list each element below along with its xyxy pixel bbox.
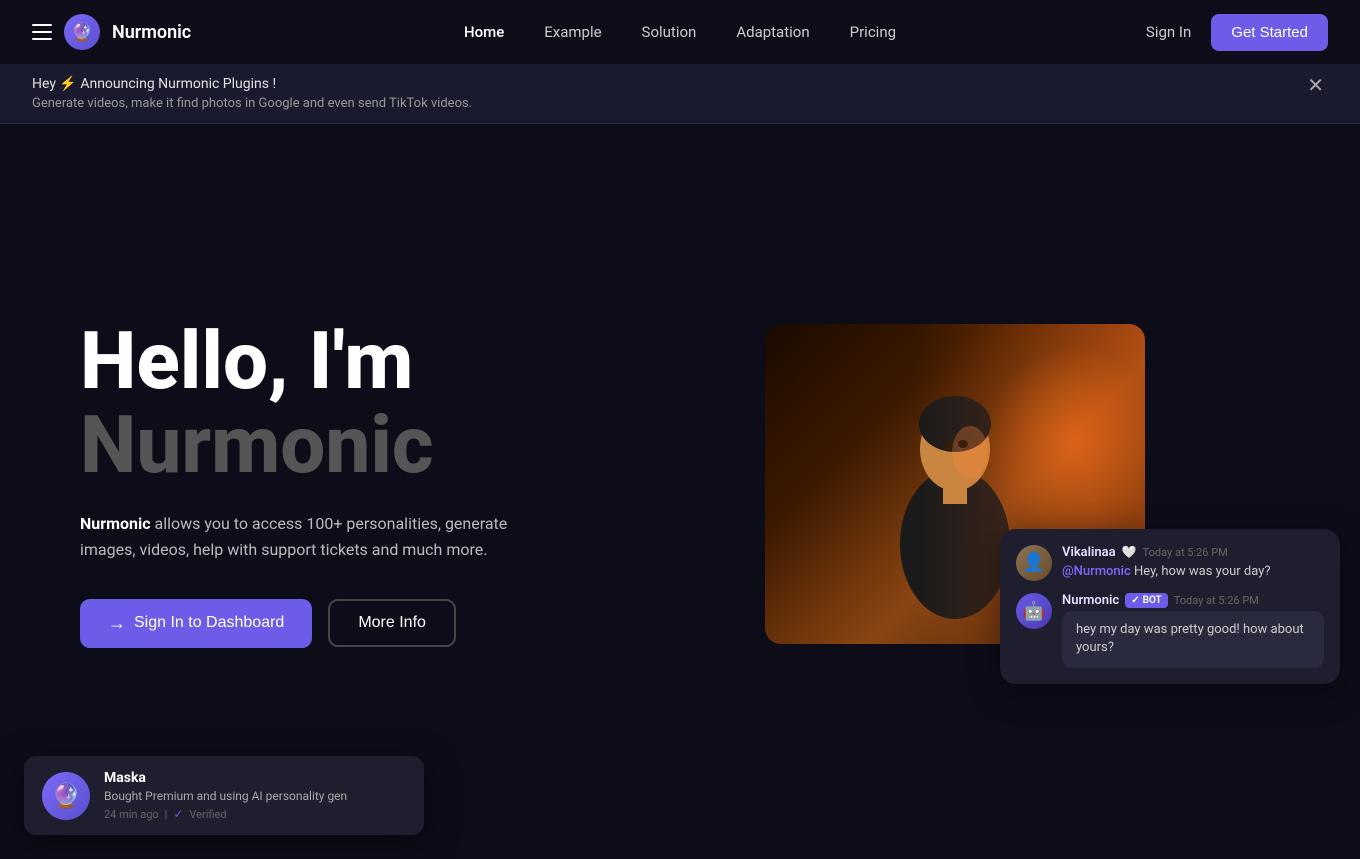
nav-link-pricing[interactable]: Pricing xyxy=(850,23,896,41)
chat-bot-message: 🤖 Nurmonic ✓ BOT Today at 5:26 PM hey my… xyxy=(1016,593,1324,667)
chat-user-time: Today at 5:26 PM xyxy=(1143,546,1228,559)
chat-bot-content: Nurmonic ✓ BOT Today at 5:26 PM hey my d… xyxy=(1062,593,1324,667)
logo-icon: 🔮 xyxy=(64,14,100,50)
toast-meta: 24 min ago | ✓ Verified xyxy=(104,807,347,821)
arrow-icon: → xyxy=(108,613,126,634)
sign-in-link[interactable]: Sign In xyxy=(1146,23,1191,41)
chat-user-header: Vikalinaa 🤍 Today at 5:26 PM xyxy=(1062,545,1271,560)
navbar-right: Sign In Get Started xyxy=(1146,14,1328,51)
hero-heading-line1: Hello, I'm xyxy=(80,319,630,403)
nurmonic-mention: @Nurmonic xyxy=(1062,564,1131,579)
nav-link-example[interactable]: Example xyxy=(544,23,601,41)
hero-brand-mention: Nurmonic xyxy=(80,514,151,533)
announcement-subtitle: Generate videos, make it find photos in … xyxy=(32,96,472,111)
hero-left: Hello, I'm Nurmonic Nurmonic allows you … xyxy=(80,319,630,647)
hero-buttons: → Sign In to Dashboard More Info xyxy=(80,599,630,648)
chat-bot-text: hey my day was pretty good! how about yo… xyxy=(1076,621,1310,657)
toast-name: Maska xyxy=(104,770,347,786)
verified-label: Verified xyxy=(189,808,226,821)
bot-badge: ✓ BOT xyxy=(1125,593,1168,608)
user-avatar: 👤 xyxy=(1016,545,1052,581)
toast-avatar: 🔮 xyxy=(42,772,90,820)
navbar: 🔮 Nurmonic Home Example Solution Adaptat… xyxy=(0,0,1360,64)
bot-avatar: 🤖 xyxy=(1016,593,1052,629)
nav-link-solution[interactable]: Solution xyxy=(642,23,697,41)
chat-user-message: 👤 Vikalinaa 🤍 Today at 5:26 PM @Nurmonic… xyxy=(1016,545,1324,581)
chat-username: Vikalinaa xyxy=(1062,545,1116,560)
announcement-banner: Hey ⚡ Announcing Nurmonic Plugins ! Gene… xyxy=(0,64,1360,124)
chat-bot-header: Nurmonic ✓ BOT Today at 5:26 PM xyxy=(1062,593,1324,608)
announcement-text: Hey ⚡ Announcing Nurmonic Plugins ! Gene… xyxy=(32,76,472,111)
toast-description: Bought Premium and using AI personality … xyxy=(104,789,347,803)
bot-username: Nurmonic xyxy=(1062,593,1119,608)
hero-description: Nurmonic allows you to access 100+ perso… xyxy=(80,511,540,562)
chat-user-text: @Nurmonic Hey, how was your day? xyxy=(1062,563,1271,581)
navbar-left: 🔮 Nurmonic xyxy=(32,14,191,50)
nav-links: Home Example Solution Adaptation Pricing xyxy=(464,23,896,41)
verified-icon: ✓ xyxy=(173,807,183,821)
bot-reply-bubble: hey my day was pretty good! how about yo… xyxy=(1062,611,1324,667)
social-proof-toast: 🔮 Maska Bought Premium and using AI pers… xyxy=(24,756,424,835)
hero-heading-line2: Nurmonic xyxy=(80,403,630,487)
brand-name: Nurmonic xyxy=(112,22,191,43)
hero-section: Hello, I'm Nurmonic Nurmonic allows you … xyxy=(0,124,1360,823)
announcement-title: Hey ⚡ Announcing Nurmonic Plugins ! xyxy=(32,76,472,92)
heart-icon: 🤍 xyxy=(1122,545,1137,559)
sign-in-dashboard-button[interactable]: → Sign In to Dashboard xyxy=(80,599,312,648)
chat-bot-time: Today at 5:26 PM xyxy=(1174,594,1259,607)
nav-link-home[interactable]: Home xyxy=(464,23,504,41)
get-started-button[interactable]: Get Started xyxy=(1211,14,1328,51)
chat-overlay: 👤 Vikalinaa 🤍 Today at 5:26 PM @Nurmonic… xyxy=(1000,529,1340,684)
chat-user-content: Vikalinaa 🤍 Today at 5:26 PM @Nurmonic H… xyxy=(1062,545,1271,581)
hamburger-icon[interactable] xyxy=(32,24,52,40)
toast-content: Maska Bought Premium and using AI person… xyxy=(104,770,347,821)
toast-time: 24 min ago xyxy=(104,808,159,821)
hero-right: 👤 Vikalinaa 🤍 Today at 5:26 PM @Nurmonic… xyxy=(630,324,1280,644)
more-info-button[interactable]: More Info xyxy=(328,599,456,647)
close-announcement-button[interactable]: ✕ xyxy=(1303,76,1328,96)
nav-link-adaptation[interactable]: Adaptation xyxy=(736,23,809,41)
